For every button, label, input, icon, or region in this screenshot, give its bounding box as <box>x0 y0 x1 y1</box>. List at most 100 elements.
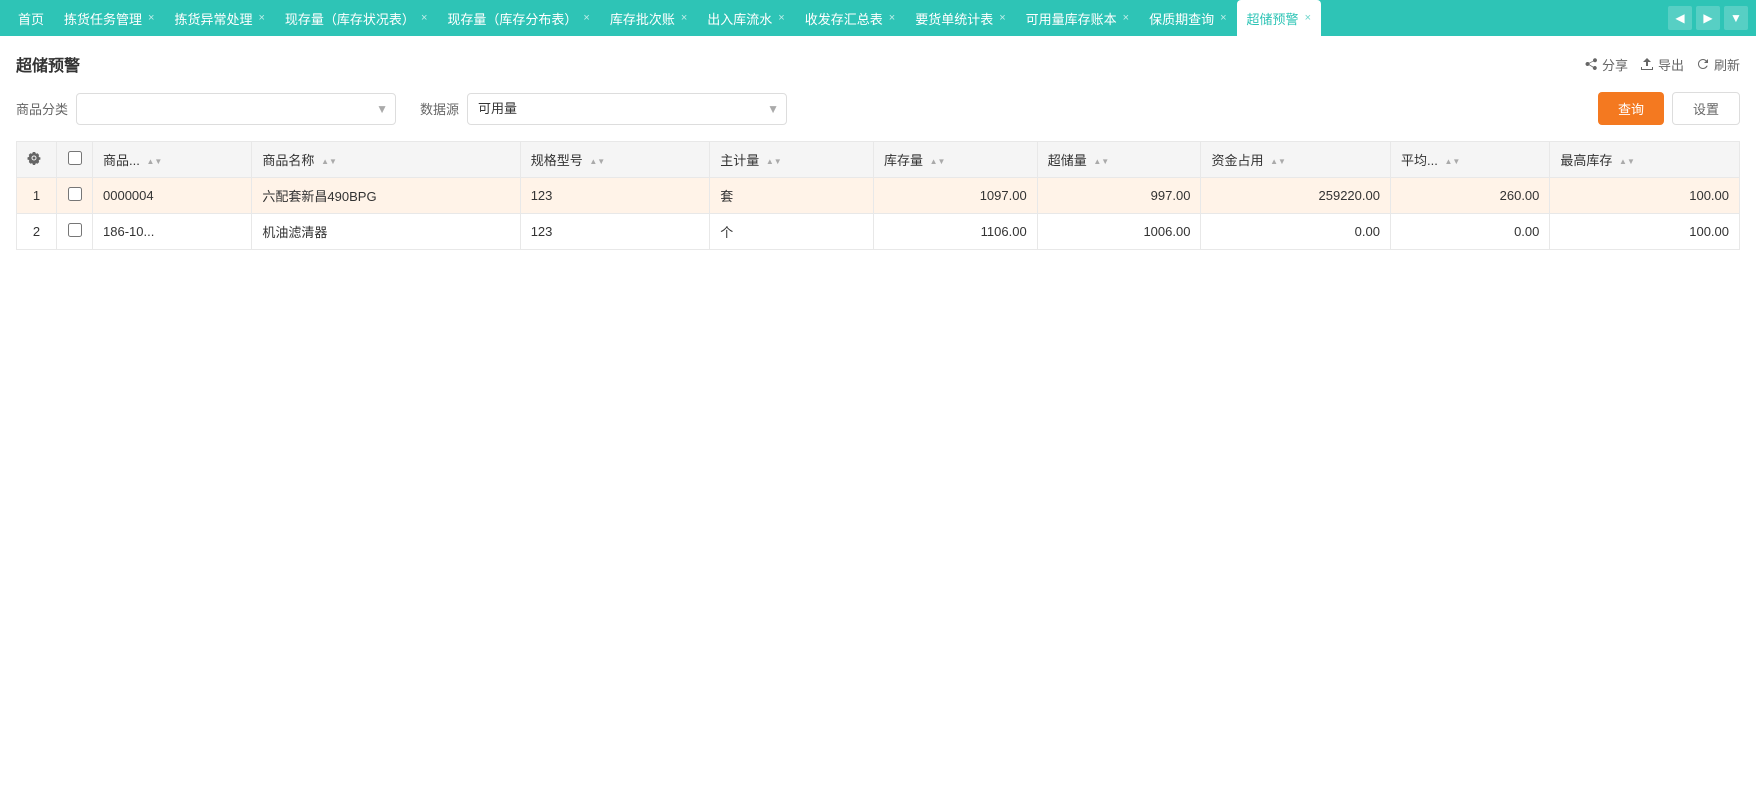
category-select[interactable] <box>76 93 396 125</box>
row-product-name-2: 机油滤清器 <box>252 214 520 250</box>
row-check-2[interactable] <box>57 214 93 250</box>
datasource-select[interactable]: 可用量 库存量 <box>467 93 787 125</box>
nav-inout[interactable]: 出入库流水 × <box>697 0 794 36</box>
nav-home[interactable]: 首页 <box>8 0 54 36</box>
close-stock-dist[interactable]: × <box>583 12 589 24</box>
table-header-row: 商品... ▲▼ 商品名称 ▲▼ 规格型号 ▲▼ 主计量 ▲▼ 库存量 ▲▼ <box>17 142 1740 178</box>
nav-demand[interactable]: 要货单统计表 × <box>905 0 1015 36</box>
refresh-button[interactable]: 刷新 <box>1696 55 1740 74</box>
nav-stock-status[interactable]: 现存量（库存状况表） × <box>275 0 437 36</box>
row-capital-2: 0.00 <box>1201 214 1391 250</box>
row-overflow-2: 1006.00 <box>1037 214 1201 250</box>
main-content: 超储预警 分享 导出 刷新 商品 <box>0 36 1756 800</box>
close-inout[interactable]: × <box>778 12 784 24</box>
filter-row: 商品分类 ▼ 数据源 可用量 库存量 ▼ 查询 设置 <box>16 92 1740 125</box>
row-spec-2: 123 <box>520 214 710 250</box>
datasource-select-wrap: 可用量 库存量 ▼ <box>467 93 787 125</box>
col-capital-header[interactable]: 资金占用 ▲▼ <box>1201 142 1391 178</box>
nav-available[interactable]: 可用量库存账本 × <box>1016 0 1139 36</box>
query-button[interactable]: 查询 <box>1598 92 1664 125</box>
col-product-name-header[interactable]: 商品名称 ▲▼ <box>252 142 520 178</box>
close-task-mgmt[interactable]: × <box>148 12 154 24</box>
row-checkbox-2[interactable] <box>68 223 82 237</box>
row-overflow-1: 997.00 <box>1037 178 1201 214</box>
close-exception[interactable]: × <box>258 12 264 24</box>
row-checkbox-1[interactable] <box>68 187 82 201</box>
close-summary[interactable]: × <box>889 12 895 24</box>
row-stock-1: 1097.00 <box>873 178 1037 214</box>
datasource-label: 数据源 <box>420 99 459 118</box>
row-product-code-1: 0000004 <box>93 178 252 214</box>
row-max-stock-1: 100.00 <box>1550 178 1740 214</box>
share-button[interactable]: 分享 <box>1584 55 1628 74</box>
data-table: 商品... ▲▼ 商品名称 ▲▼ 规格型号 ▲▼ 主计量 ▲▼ 库存量 ▲▼ <box>16 141 1740 250</box>
sort-max-stock-icon[interactable]: ▲▼ <box>1619 158 1635 166</box>
nav-arrows: ◀ ▶ ▼ <box>1668 6 1748 30</box>
nav-prev-arrow[interactable]: ◀ <box>1668 6 1692 30</box>
col-check-header[interactable] <box>57 142 93 178</box>
share-icon <box>1584 57 1598 71</box>
col-spec-header[interactable]: 规格型号 ▲▼ <box>520 142 710 178</box>
page-title: 超储预警 <box>16 52 80 76</box>
sort-avg-icon[interactable]: ▲▼ <box>1444 158 1460 166</box>
nav-next-arrow[interactable]: ▶ <box>1696 6 1720 30</box>
row-unit-2: 个 <box>710 214 874 250</box>
row-product-code-2: 186-10... <box>93 214 252 250</box>
nav-summary[interactable]: 收发存汇总表 × <box>795 0 905 36</box>
close-stock-status[interactable]: × <box>421 12 427 24</box>
category-filter: 商品分类 ▼ <box>16 93 396 125</box>
row-avg-1: 260.00 <box>1390 178 1549 214</box>
row-stock-2: 1106.00 <box>873 214 1037 250</box>
close-available[interactable]: × <box>1123 12 1129 24</box>
sort-spec-icon[interactable]: ▲▼ <box>589 158 605 166</box>
row-avg-2: 0.00 <box>1390 214 1549 250</box>
col-overflow-header[interactable]: 超储量 ▲▼ <box>1037 142 1201 178</box>
row-check-1[interactable] <box>57 178 93 214</box>
category-label: 商品分类 <box>16 99 68 118</box>
nav-batch[interactable]: 库存批次账 × <box>600 0 697 36</box>
nav-more-arrow[interactable]: ▼ <box>1724 6 1748 30</box>
select-all-checkbox[interactable] <box>68 151 82 165</box>
header-actions: 分享 导出 刷新 <box>1584 55 1740 74</box>
row-index-2: 2 <box>17 214 57 250</box>
sort-product-name-icon[interactable]: ▲▼ <box>321 158 337 166</box>
sort-product-code-icon[interactable]: ▲▼ <box>146 158 162 166</box>
refresh-icon <box>1696 57 1710 71</box>
topbar: 首页 拣货任务管理 × 拣货异常处理 × 现存量（库存状况表） × 现存量（库存… <box>0 0 1756 36</box>
category-select-wrap: ▼ <box>76 93 396 125</box>
sort-unit-icon[interactable]: ▲▼ <box>766 158 782 166</box>
col-stock-header[interactable]: 库存量 ▲▼ <box>873 142 1037 178</box>
table-row: 1 0000004 六配套新昌490BPG 123 套 1097.00 997.… <box>17 178 1740 214</box>
col-settings[interactable] <box>17 142 57 178</box>
filter-actions: 查询 设置 <box>1598 92 1740 125</box>
close-overflow[interactable]: × <box>1305 12 1311 24</box>
nav-stock-dist[interactable]: 现存量（库存分布表） × <box>437 0 599 36</box>
col-unit-header[interactable]: 主计量 ▲▼ <box>710 142 874 178</box>
sort-stock-icon[interactable]: ▲▼ <box>930 158 946 166</box>
row-unit-1: 套 <box>710 178 874 214</box>
row-spec-1: 123 <box>520 178 710 214</box>
close-batch[interactable]: × <box>681 12 687 24</box>
close-quality[interactable]: × <box>1220 12 1226 24</box>
col-product-code-header[interactable]: 商品... ▲▼ <box>93 142 252 178</box>
close-demand[interactable]: × <box>999 12 1005 24</box>
export-button[interactable]: 导出 <box>1640 55 1684 74</box>
row-index-1: 1 <box>17 178 57 214</box>
col-max-stock-header[interactable]: 最高库存 ▲▼ <box>1550 142 1740 178</box>
export-icon <box>1640 57 1654 71</box>
col-avg-header[interactable]: 平均... ▲▼ <box>1390 142 1549 178</box>
nav-task-mgmt[interactable]: 拣货任务管理 × <box>54 0 164 36</box>
datasource-filter: 数据源 可用量 库存量 ▼ <box>420 93 787 125</box>
nav-overflow[interactable]: 超储预警 × <box>1237 0 1321 36</box>
nav-exception[interactable]: 拣货异常处理 × <box>164 0 274 36</box>
set-button[interactable]: 设置 <box>1672 92 1740 125</box>
nav-quality[interactable]: 保质期查询 × <box>1139 0 1236 36</box>
sort-capital-icon[interactable]: ▲▼ <box>1270 158 1286 166</box>
page-header: 超储预警 分享 导出 刷新 <box>16 52 1740 76</box>
row-product-name-1: 六配套新昌490BPG <box>252 178 520 214</box>
sort-overflow-icon[interactable]: ▲▼ <box>1093 158 1109 166</box>
row-capital-1: 259220.00 <box>1201 178 1391 214</box>
table-row: 2 186-10... 机油滤清器 123 个 1106.00 1006.00 … <box>17 214 1740 250</box>
row-max-stock-2: 100.00 <box>1550 214 1740 250</box>
gear-icon <box>27 151 41 165</box>
